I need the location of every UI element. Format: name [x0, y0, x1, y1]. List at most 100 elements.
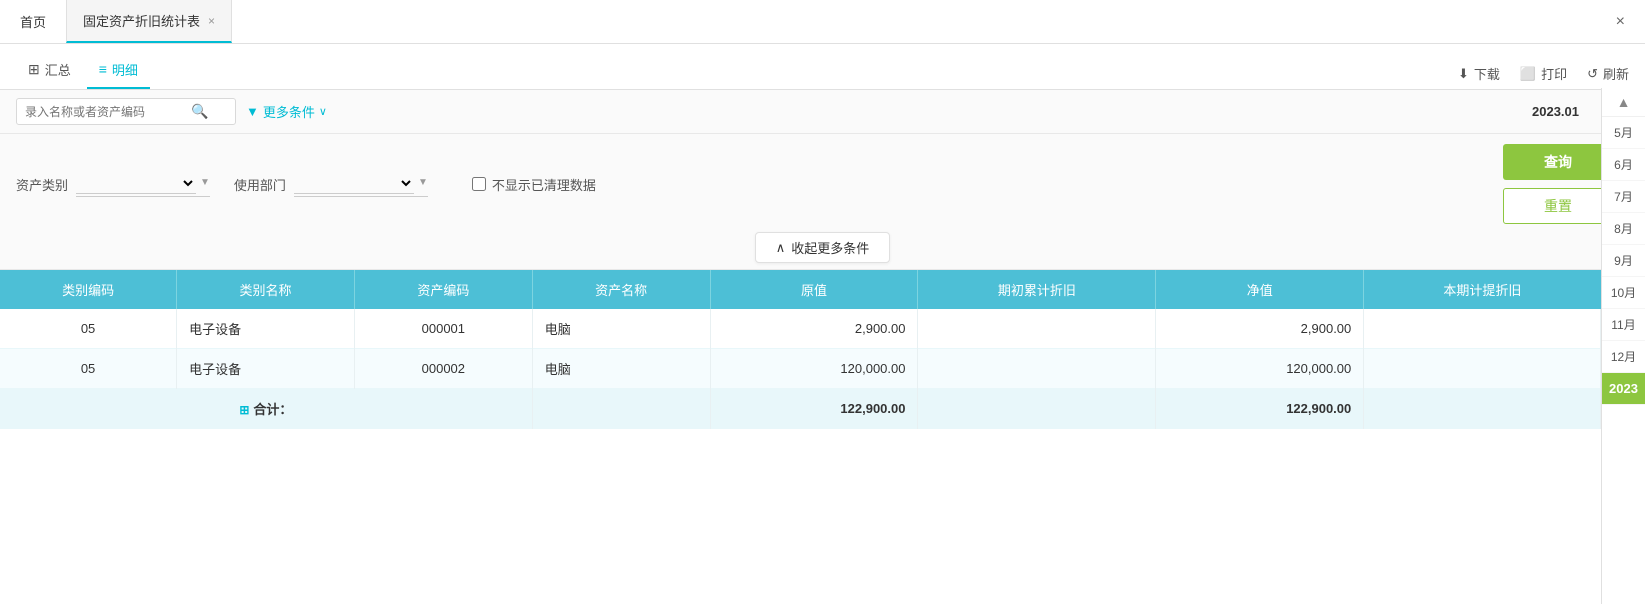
window-close-button[interactable]: ×	[1616, 13, 1625, 31]
sub-tabs-bar: ⊞ 汇总 ≡ 明细 ⬇ 下载 ⬜ 打印 ↺ 刷新	[0, 44, 1645, 90]
total-icon: ⊞	[239, 403, 249, 417]
asset-category-label: 资产类别	[16, 175, 68, 194]
download-icon: ⬇	[1458, 66, 1469, 82]
total-original-value: 122,900.00	[710, 389, 918, 429]
sidebar-up-arrow[interactable]: ▲	[1602, 88, 1645, 117]
refresh-label: 刷新	[1603, 64, 1629, 83]
refresh-button[interactable]: ↺ 刷新	[1587, 64, 1629, 83]
total-current-dep	[1364, 389, 1601, 429]
col-header-original-value: 原值	[710, 270, 918, 309]
no-cleared-data-filter[interactable]: 不显示已清理数据	[472, 175, 596, 194]
top-nav: 首页 固定资产折旧统计表 × ×	[0, 0, 1645, 44]
print-icon: ⬜	[1520, 66, 1536, 82]
col-header-accumulated-dep: 期初累计折旧	[918, 270, 1156, 309]
cell-accumulated-dep	[918, 349, 1156, 389]
search-input[interactable]	[25, 105, 185, 119]
sidebar-month-8[interactable]: 8月	[1602, 213, 1645, 245]
sidebar-month-6[interactable]: 6月	[1602, 149, 1645, 181]
col-header-asset-name: 资产名称	[532, 270, 710, 309]
no-cleared-label: 不显示已清理数据	[492, 175, 596, 194]
cell-net-value: 120,000.00	[1156, 349, 1364, 389]
filter-bar: 🔍 ▼ 更多条件 ∨ 2023.01	[0, 90, 1645, 134]
tab-detail-label: 明细	[112, 60, 138, 79]
asset-category-arrow-icon: ▼	[200, 177, 210, 188]
cell-category-code: 05	[0, 349, 177, 389]
cell-original-value: 2,900.00	[710, 309, 918, 349]
tab-label: 固定资产折旧统计表	[83, 11, 200, 30]
right-sidebar: ▲ 5月 6月 7月 8月 9月 10月 11月 12月 2023	[1601, 88, 1645, 604]
asset-category-select-wrap[interactable]: ▼	[76, 172, 210, 197]
print-button[interactable]: ⬜ 打印	[1520, 64, 1567, 83]
cell-accumulated-dep	[918, 309, 1156, 349]
table-row: 05 电子设备 000001 电脑 2,900.00 2,900.00	[0, 309, 1601, 349]
department-arrow-icon: ▼	[418, 177, 428, 188]
close-tab-icon[interactable]: ×	[208, 14, 215, 28]
detail-icon: ≡	[99, 61, 107, 77]
collapse-row: ∧ 收起更多条件	[0, 224, 1645, 270]
total-label-cell: ⊞合计：	[0, 389, 532, 429]
print-label: 打印	[1541, 64, 1567, 83]
cell-net-value: 2,900.00	[1156, 309, 1364, 349]
cell-asset-code: 000002	[354, 349, 532, 389]
search-input-wrap[interactable]: 🔍	[16, 98, 236, 125]
total-asset-name	[532, 389, 710, 429]
sidebar-year-badge[interactable]: 2023	[1602, 373, 1645, 405]
summary-icon: ⊞	[28, 61, 40, 78]
tab-summary[interactable]: ⊞ 汇总	[16, 51, 83, 89]
sidebar-month-11[interactable]: 11月	[1602, 309, 1645, 341]
col-header-current-dep: 本期计提折旧	[1364, 270, 1601, 309]
more-conditions-label: 更多条件	[263, 102, 315, 121]
home-nav-item[interactable]: 首页	[0, 0, 66, 43]
download-button[interactable]: ⬇ 下载	[1458, 64, 1500, 83]
asset-category-filter: 资产类别 ▼	[16, 172, 210, 197]
sidebar-month-7[interactable]: 7月	[1602, 181, 1645, 213]
query-button[interactable]: 查询	[1503, 144, 1613, 180]
no-cleared-checkbox[interactable]	[472, 177, 486, 191]
table-wrap: 类别编码 类别名称 资产编码 资产名称 原值 期初累计折旧 净值 本期计提折旧 …	[0, 270, 1601, 604]
main-content: ⊞ 汇总 ≡ 明细 ⬇ 下载 ⬜ 打印 ↺ 刷新 🔍	[0, 44, 1645, 604]
active-tab[interactable]: 固定资产折旧统计表 ×	[66, 0, 232, 43]
reset-button[interactable]: 重置	[1503, 188, 1613, 224]
filter-icon: ▼	[246, 104, 259, 119]
chevron-down-icon: ∨	[319, 105, 327, 118]
advanced-filter: 资产类别 ▼ 使用部门 ▼ 不显示已清理数据 查询 重置	[0, 134, 1645, 224]
filter-actions: 查询 重置	[1503, 144, 1613, 224]
sidebar-month-12[interactable]: 12月	[1602, 341, 1645, 373]
department-label: 使用部门	[234, 175, 286, 194]
cell-asset-name: 电脑	[532, 309, 710, 349]
collapse-button[interactable]: ∧ 收起更多条件	[755, 232, 891, 263]
cell-category-code: 05	[0, 309, 177, 349]
collapse-label: 收起更多条件	[791, 238, 869, 257]
table-row: 05 电子设备 000002 电脑 120,000.00 120,000.00	[0, 349, 1601, 389]
tab-summary-label: 汇总	[45, 60, 71, 79]
department-filter: 使用部门 ▼	[234, 172, 428, 197]
more-conditions-button[interactable]: ▼ 更多条件 ∨	[246, 102, 327, 121]
col-header-category-name: 类别名称	[177, 270, 355, 309]
asset-category-select[interactable]	[76, 172, 196, 194]
cell-current-dep	[1364, 349, 1601, 389]
filter-date-value: 2023.01	[1532, 104, 1579, 119]
sidebar-month-10[interactable]: 10月	[1602, 277, 1645, 309]
sidebar-month-9[interactable]: 9月	[1602, 245, 1645, 277]
tab-detail[interactable]: ≡ 明细	[87, 51, 150, 89]
department-select[interactable]	[294, 172, 414, 194]
toolbar-right: ⬇ 下载 ⬜ 打印 ↺ 刷新	[1458, 64, 1629, 89]
table-header-row: 类别编码 类别名称 资产编码 资产名称 原值 期初累计折旧 净值 本期计提折旧	[0, 270, 1601, 309]
cell-category-name: 电子设备	[177, 349, 355, 389]
cell-original-value: 120,000.00	[710, 349, 918, 389]
col-header-category-code: 类别编码	[0, 270, 177, 309]
chevron-up-icon: ∧	[776, 240, 786, 256]
table-total-row: ⊞合计： 122,900.00 122,900.00	[0, 389, 1601, 429]
cell-asset-name: 电脑	[532, 349, 710, 389]
cell-current-dep	[1364, 309, 1601, 349]
search-icon: 🔍	[191, 103, 208, 120]
download-label: 下载	[1474, 64, 1500, 83]
sidebar-month-5[interactable]: 5月	[1602, 117, 1645, 149]
date-label: 2023.01	[1532, 104, 1579, 119]
col-header-net-value: 净值	[1156, 270, 1364, 309]
total-net-value: 122,900.00	[1156, 389, 1364, 429]
department-select-wrap[interactable]: ▼	[294, 172, 428, 197]
col-header-asset-code: 资产编码	[354, 270, 532, 309]
data-table: 类别编码 类别名称 资产编码 资产名称 原值 期初累计折旧 净值 本期计提折旧 …	[0, 270, 1601, 429]
cell-asset-code: 000001	[354, 309, 532, 349]
